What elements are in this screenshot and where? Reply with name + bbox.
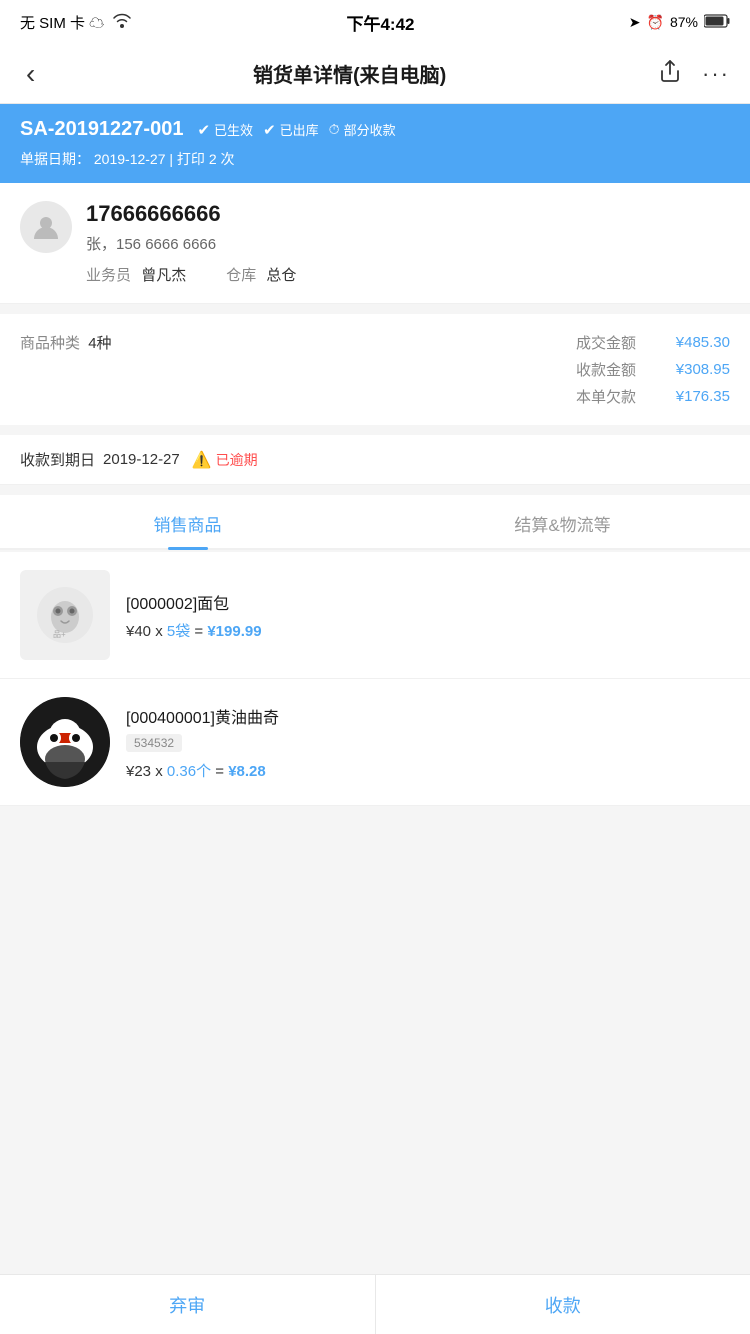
customer-meta: 业务员 曾凡杰 仓库 总仓 [86,264,730,285]
check-icon-2: ✔ [263,121,276,139]
overdue-badge: ⚠️ 已逾期 [192,450,258,470]
tab-sales-products[interactable]: 销售商品 [0,495,375,548]
warehouse-info: 仓库 总仓 [226,264,296,285]
check-icon-1: ✔ [197,121,210,139]
tabs-section: 销售商品 结算&物流等 [0,495,750,550]
sales-info: 业务员 曾凡杰 [86,264,186,285]
badge-activated: ✔ 已生效 [197,120,253,139]
product-name-cookie: [000400001]黄油曲奇 [126,704,730,728]
product-tag-cookie: 534532 [126,734,182,752]
bottom-bar: 弃审 收款 [0,1274,750,1334]
collect-payment-button[interactable]: 收款 [376,1275,750,1334]
overdue-icon: ⚠️ [192,450,212,470]
nav-actions: ··· [658,59,730,88]
status-right: ➤ ⏰ 87% [629,14,730,31]
product-item-bread: 品+ [0000002]面包 ¥40 x 5袋 = ¥199.99 [0,552,750,679]
back-button[interactable]: ‹ [20,58,41,90]
stats-debt-row: 本单欠款 ¥176.35 [576,386,730,407]
cancel-review-button[interactable]: 弃审 [0,1275,376,1334]
nav-bar: ‹ 销货单详情(来自电脑) ··· [0,44,750,104]
overdue-text: 已逾期 [216,450,258,470]
product-info-cookie: [000400001]黄油曲奇 534532 ¥23 x 0.36个 = ¥8.… [126,704,730,781]
header-date-line: 单据日期： 2019-12-27 | 打印 2 次 [20,149,730,169]
due-label: 收款到期日 [20,449,95,470]
battery-text: 87% [670,14,698,30]
badge-partial-payment: ⏱ 部分收款 [329,120,396,139]
customer-section: 17666666666 张，156 6666 6666 业务员 曾凡杰 仓库 总… [0,183,750,304]
tab-settlement[interactable]: 结算&物流等 [375,495,750,548]
avatar [20,201,72,253]
header-band: SA-20191227-001 ✔ 已生效 ✔ 已出库 ⏱ 部分收款 单据日期：… [0,104,750,183]
due-date: 2019-12-27 [103,451,180,468]
sim-label: 无 SIM 卡 ☁ [20,12,104,33]
product-thumb-bread: 品+ [20,570,110,660]
product-info-bread: [0000002]面包 ¥40 x 5袋 = ¥199.99 [126,590,730,641]
svg-text:品+: 品+ [53,630,66,639]
stats-section: 商品种类 4种 成交金额 ¥485.30 收款金额 ¥308.95 本单欠款 ¥… [0,314,750,425]
badges: ✔ 已生效 ✔ 已出库 ⏱ 部分收款 [197,120,395,139]
order-id: SA-20191227-001 [20,118,183,141]
wifi-icon [112,12,132,32]
due-section: 收款到期日 2019-12-27 ⚠️ 已逾期 [0,435,750,485]
battery-icon [704,14,730,31]
stats-received-row: 收款金额 ¥308.95 [576,359,730,380]
stats-amount-row: 成交金额 ¥485.30 [576,332,730,353]
product-thumb-cookie [20,697,110,787]
clock-icon: ⏱ [329,121,340,138]
more-icon[interactable]: ··· [702,61,730,87]
badge-shipped: ✔ 已出库 [263,120,319,139]
status-left: 无 SIM 卡 ☁ [20,12,132,33]
page-title: 销货单详情(来自电脑) [253,59,446,88]
customer-contact: 张，156 6666 6666 [86,233,730,254]
status-bar: 无 SIM 卡 ☁ 下午4:42 ➤ ⏰ 87% [0,0,750,44]
stats-left: 商品种类 4种 [20,332,112,353]
location-icon: ➤ [629,14,641,31]
alarm-icon: ⏰ [647,14,664,31]
product-name-bread: [0000002]面包 [126,590,730,614]
stats-right: 成交金额 ¥485.30 收款金额 ¥308.95 本单欠款 ¥176.35 [576,332,730,407]
product-price-bread: ¥40 x 5袋 = ¥199.99 [126,620,730,641]
products-section: 品+ [0000002]面包 ¥40 x 5袋 = ¥199.99 [0,552,750,806]
product-price-cookie: ¥23 x 0.36个 = ¥8.28 [126,760,730,781]
customer-id: 17666666666 [86,201,730,227]
share-icon[interactable] [658,59,682,88]
customer-info: 17666666666 张，156 6666 6666 业务员 曾凡杰 仓库 总… [86,201,730,285]
product-item-cookie: [000400001]黄油曲奇 534532 ¥23 x 0.36个 = ¥8.… [0,679,750,806]
status-time: 下午4:42 [346,10,414,35]
